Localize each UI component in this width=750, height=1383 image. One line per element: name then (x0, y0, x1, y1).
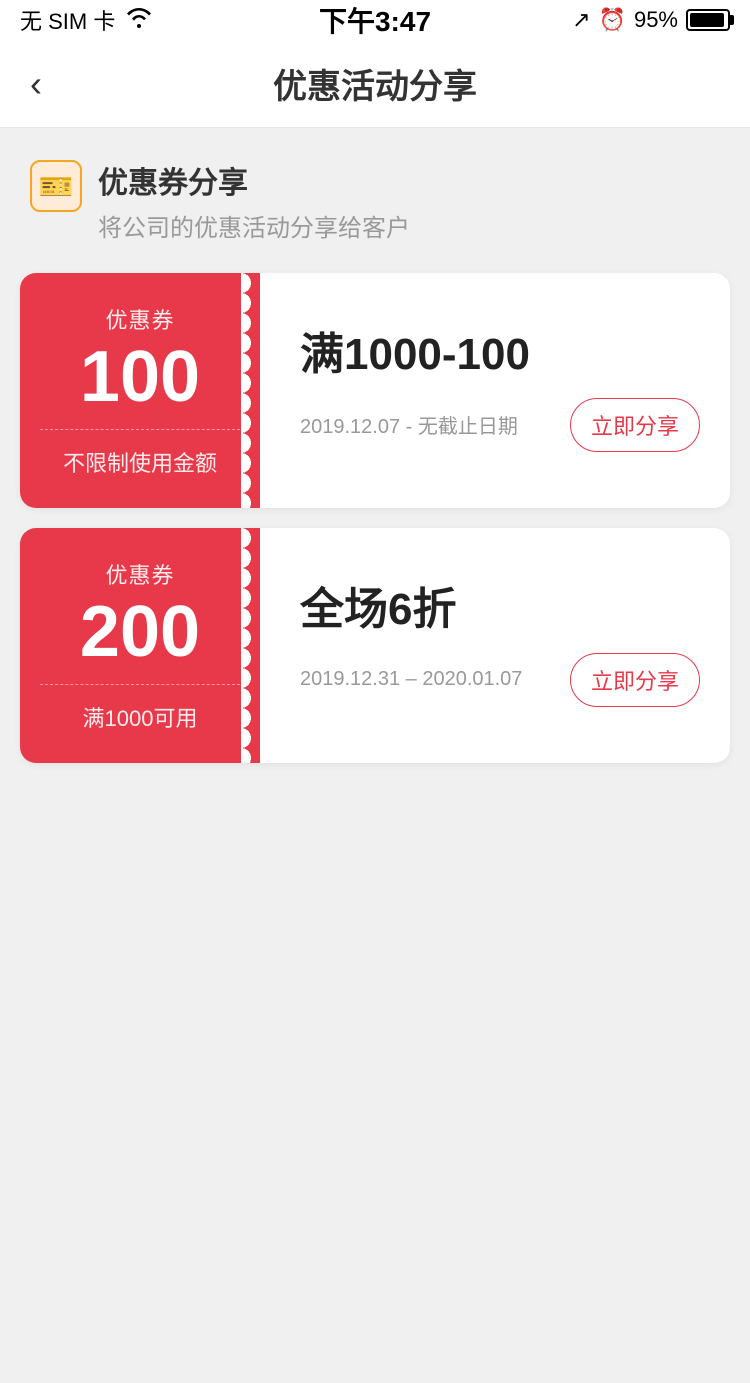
coupon-left-1: 优惠券 100 不限制使用金额 (20, 273, 260, 508)
coupon-condition-1: 不限制使用金额 (63, 446, 217, 478)
coupon-left-2: 优惠券 200 满1000可用 (20, 528, 260, 763)
coupon-label-1: 优惠券 (105, 303, 174, 335)
section-icon: 🎫 (30, 160, 82, 212)
nav-bar: ‹ 优惠活动分享 (0, 40, 750, 128)
section-subtitle: 将公司的优惠活动分享给客户 (98, 208, 410, 243)
coupon-list: 优惠券 100 不限制使用金额 满1000-100 2019.12.07 - 无… (0, 263, 750, 783)
coupon-divider-1 (40, 429, 240, 430)
carrier-label: 无 SIM 卡 (20, 4, 115, 36)
status-left: 无 SIM 卡 (20, 4, 153, 36)
battery-icon (686, 9, 730, 31)
battery-percentage: 95% (634, 7, 678, 33)
alarm-icon: ⏰ (599, 7, 626, 33)
coupon-amount-2: 200 (80, 596, 200, 668)
section-text: 优惠券分享 将公司的优惠活动分享给客户 (98, 158, 410, 243)
coupon-date-2: 2019.12.31 – 2020.01.07 (300, 668, 522, 691)
share-button-1[interactable]: 立即分享 (570, 398, 700, 452)
section-header: 🎫 优惠券分享 将公司的优惠活动分享给客户 (0, 128, 750, 263)
coupon-divider-2 (40, 684, 240, 685)
section-title: 优惠券分享 (98, 158, 410, 202)
coupon-date-1: 2019.12.07 - 无截止日期 (300, 410, 518, 439)
page-title: 优惠活动分享 (273, 59, 477, 108)
share-button-2[interactable]: 立即分享 (570, 653, 700, 707)
coupon-label-2: 优惠券 (105, 558, 174, 590)
coupon-condition-2: 满1000可用 (83, 701, 198, 733)
wifi-icon (125, 6, 153, 34)
coupon-card-1: 优惠券 100 不限制使用金额 满1000-100 2019.12.07 - 无… (20, 273, 730, 508)
status-right: ↗ ⏰ 95% (572, 7, 730, 33)
status-time: 下午3:47 (319, 0, 431, 40)
location-icon: ↗ (572, 7, 590, 33)
coupon-name-1: 满1000-100 (300, 329, 700, 382)
coupon-meta-1: 2019.12.07 - 无截止日期 立即分享 (300, 398, 700, 452)
empty-space (0, 783, 750, 1383)
coupon-amount-1: 100 (80, 341, 200, 413)
coupon-right-2: 全场6折 2019.12.31 – 2020.01.07 立即分享 (260, 528, 730, 763)
coupon-right-1: 满1000-100 2019.12.07 - 无截止日期 立即分享 (260, 273, 730, 508)
status-bar: 无 SIM 卡 下午3:47 ↗ ⏰ 95% (0, 0, 750, 40)
battery-fill (690, 13, 724, 27)
coupon-name-2: 全场6折 (300, 584, 700, 637)
coupon-card-2: 优惠券 200 满1000可用 全场6折 2019.12.31 – 2020.0… (20, 528, 730, 763)
coupon-meta-2: 2019.12.31 – 2020.01.07 立即分享 (300, 653, 700, 707)
back-button[interactable]: ‹ (30, 63, 42, 105)
